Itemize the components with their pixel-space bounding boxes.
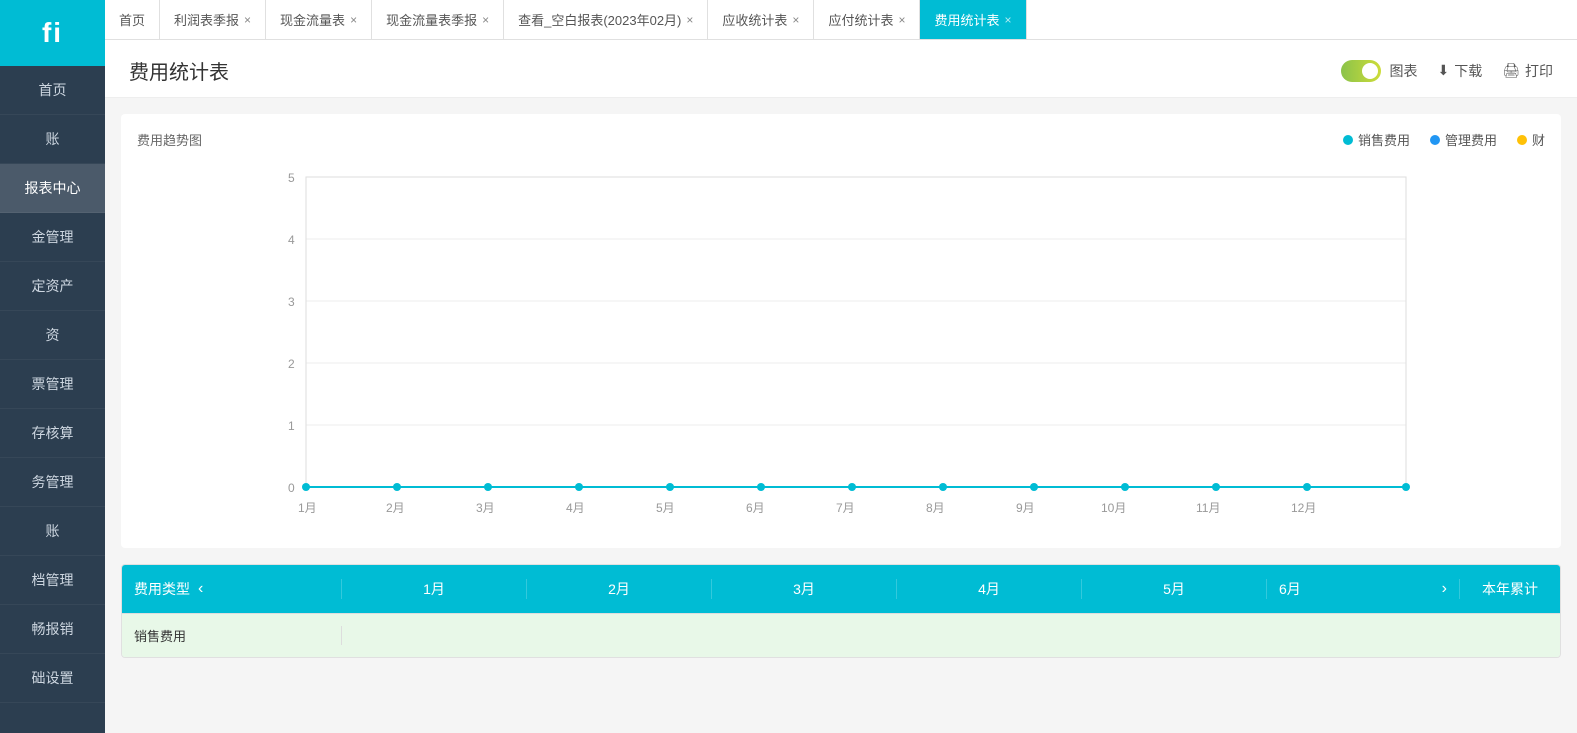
sidebar: fi 首页 账 报表中心 金管理 定资产 资 票管理 存核算 务管理 账 档管理… — [0, 0, 105, 733]
svg-text:4: 4 — [288, 233, 295, 247]
svg-text:4月: 4月 — [566, 501, 585, 515]
sidebar-item-account[interactable]: 账 — [0, 115, 105, 164]
tab-close-icon[interactable]: × — [686, 13, 693, 27]
tab-close-icon[interactable]: × — [482, 13, 489, 27]
svg-text:2月: 2月 — [386, 501, 405, 515]
prev-months-arrow[interactable]: ‹ — [198, 580, 203, 598]
header-actions: 图表 ⬇ 下载 🖨 打印 — [1341, 60, 1553, 82]
chart-header: 费用趋势图 销售费用 管理费用 财 — [137, 130, 1545, 149]
tab-bar: 首页 利润表季报 × 现金流量表 × 现金流量表季报 × 查看_空白报表(202… — [105, 0, 1577, 40]
page-title: 费用统计表 — [129, 56, 229, 85]
tab-blank-report[interactable]: 查看_空白报表(2023年02月) × — [504, 0, 708, 40]
print-icon: 🖨 — [1502, 62, 1520, 79]
tab-expense-stats[interactable]: 费用统计表 × — [920, 0, 1026, 40]
chart-container: 费用趋势图 销售费用 管理费用 财 — [121, 114, 1561, 548]
legend-mgmt-dot — [1430, 135, 1440, 145]
sidebar-logo: fi — [0, 0, 105, 66]
tab-cashflow-quarterly[interactable]: 现金流量表季报 × — [372, 0, 504, 40]
svg-text:0: 0 — [288, 481, 295, 495]
table-header-month-1: 1月 — [342, 579, 527, 599]
svg-text:10月: 10月 — [1101, 501, 1126, 515]
table-cell-type: 销售费用 — [122, 626, 342, 645]
sidebar-item-expense[interactable]: 畅报销 — [0, 605, 105, 654]
svg-text:7月: 7月 — [836, 501, 855, 515]
tab-close-icon[interactable]: × — [244, 13, 251, 27]
svg-text:9月: 9月 — [1016, 501, 1035, 515]
table-header-year-total: 本年累计 — [1460, 579, 1560, 599]
legend-finance-label: 财 — [1532, 130, 1545, 149]
chart-toggle-label: 图表 — [1389, 61, 1417, 81]
table-header-month-6: 6月 › — [1267, 579, 1460, 599]
content-area: 费用统计表 图表 ⬇ 下载 🖨 打印 费用趋势图 — [105, 40, 1577, 733]
legend-finance: 财 — [1517, 130, 1545, 149]
tab-close-icon[interactable]: × — [350, 13, 357, 27]
tab-close-icon[interactable]: × — [792, 13, 799, 27]
sidebar-item-cash[interactable]: 金管理 — [0, 213, 105, 262]
legend-finance-dot — [1517, 135, 1527, 145]
sidebar-item-home[interactable]: 首页 — [0, 66, 105, 115]
trend-chart: 5 4 3 2 1 0 — [137, 157, 1545, 527]
expense-table: 费用类型 ‹ 1月 2月 3月 4月 5月 — [121, 564, 1561, 658]
sidebar-item-assets[interactable]: 定资产 — [0, 262, 105, 311]
legend-sales: 销售费用 — [1343, 130, 1410, 149]
table-header: 费用类型 ‹ 1月 2月 3月 4月 5月 — [122, 565, 1560, 613]
chart-legend: 销售费用 管理费用 财 — [1343, 130, 1545, 149]
sidebar-item-ledger[interactable]: 账 — [0, 507, 105, 556]
main-area: 首页 利润表季报 × 现金流量表 × 现金流量表季报 × 查看_空白报表(202… — [105, 0, 1577, 733]
sidebar-item-reports[interactable]: 报表中心 — [0, 164, 105, 213]
table-header-month-5: 5月 — [1082, 579, 1267, 599]
sidebar-item-archive[interactable]: 档管理 — [0, 556, 105, 605]
print-button[interactable]: 🖨 打印 — [1502, 61, 1553, 81]
table-header-month-2: 2月 — [527, 579, 712, 599]
sidebar-item-invoices[interactable]: 票管理 — [0, 360, 105, 409]
tab-cashflow[interactable]: 现金流量表 × — [266, 0, 372, 40]
svg-text:1: 1 — [288, 419, 295, 433]
svg-text:5月: 5月 — [656, 501, 675, 515]
chart-svg-wrapper: 5 4 3 2 1 0 — [137, 157, 1545, 532]
legend-sales-dot — [1343, 135, 1353, 145]
legend-mgmt-label: 管理费用 — [1445, 130, 1497, 149]
svg-text:8月: 8月 — [926, 501, 945, 515]
tab-profit-quarterly[interactable]: 利润表季报 × — [160, 0, 266, 40]
svg-text:11月: 11月 — [1196, 501, 1220, 515]
download-icon: ⬇ — [1437, 62, 1449, 79]
legend-management: 管理费用 — [1430, 130, 1497, 149]
sidebar-item-capital[interactable]: 资 — [0, 311, 105, 360]
table-row: 销售费用 — [122, 613, 1560, 657]
chart-title: 费用趋势图 — [137, 130, 202, 149]
svg-text:6月: 6月 — [746, 501, 765, 515]
table-header-month-3: 3月 — [712, 579, 897, 599]
table-header-type: 费用类型 ‹ — [122, 579, 342, 599]
tab-payable[interactable]: 应付统计表 × — [814, 0, 920, 40]
sidebar-item-inventory[interactable]: 存核算 — [0, 409, 105, 458]
tab-receivable[interactable]: 应收统计表 × — [708, 0, 814, 40]
svg-text:12月: 12月 — [1291, 501, 1316, 515]
legend-sales-label: 销售费用 — [1358, 130, 1410, 149]
svg-text:1月: 1月 — [298, 501, 317, 515]
svg-text:3月: 3月 — [476, 501, 495, 515]
sidebar-item-settings[interactable]: 础设置 — [0, 654, 105, 703]
page-header: 费用统计表 图表 ⬇ 下载 🖨 打印 — [105, 40, 1577, 98]
sidebar-item-affairs[interactable]: 务管理 — [0, 458, 105, 507]
download-button[interactable]: ⬇ 下载 — [1437, 61, 1482, 81]
chart-toggle-container: 图表 — [1341, 60, 1417, 82]
svg-text:2: 2 — [288, 357, 295, 371]
tab-close-active-icon[interactable]: × — [1004, 13, 1011, 27]
tab-close-icon[interactable]: × — [898, 13, 905, 27]
svg-text:5: 5 — [288, 171, 295, 185]
table-header-month-4: 4月 — [897, 579, 1082, 599]
next-months-arrow[interactable]: › — [1442, 580, 1447, 598]
tab-home[interactable]: 首页 — [105, 0, 160, 40]
svg-text:3: 3 — [288, 295, 295, 309]
chart-toggle[interactable] — [1341, 60, 1381, 82]
